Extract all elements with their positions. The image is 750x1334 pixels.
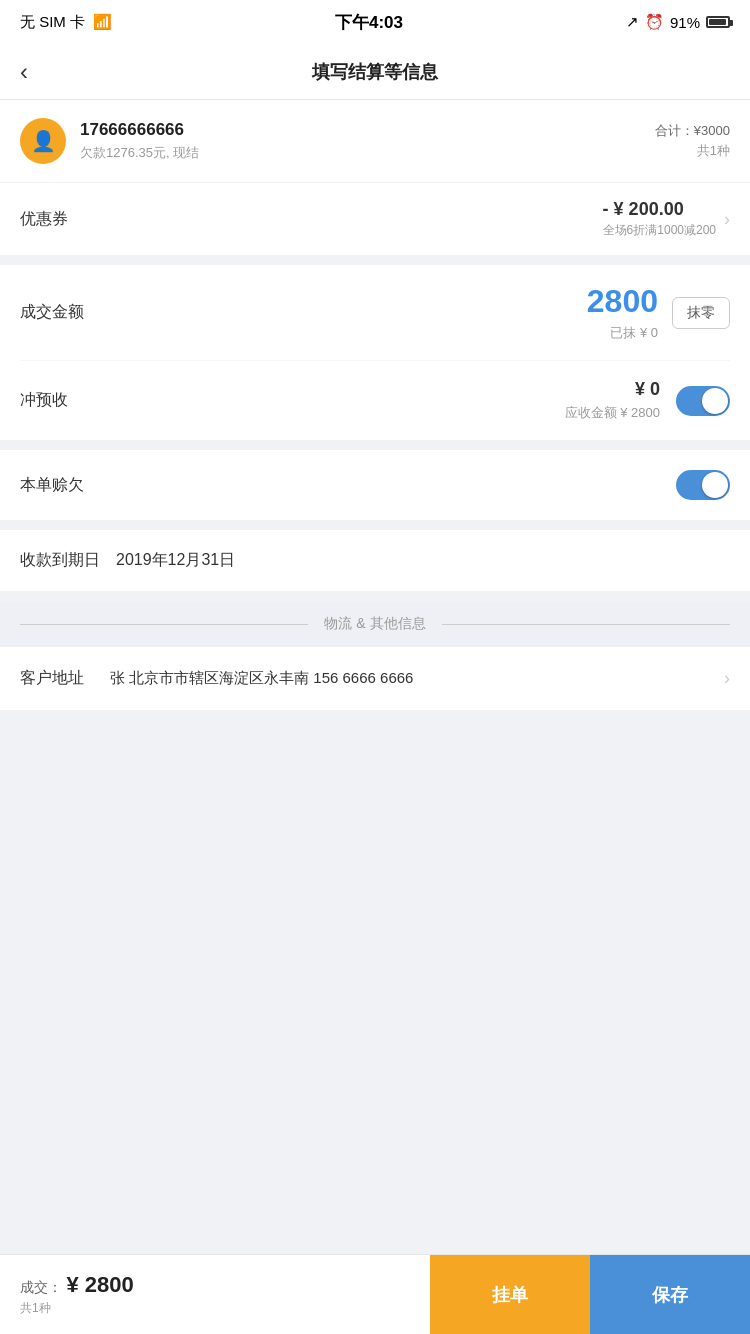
deal-amount-value: 2800 (587, 283, 658, 320)
customer-row: 👤 17666666666 欠款1276.35元, 现结 合计：¥3000 共1… (0, 100, 750, 182)
deal-amount-label: 成交金额 (20, 302, 84, 323)
divider-line-left (20, 624, 308, 625)
save-button[interactable]: 保存 (590, 1255, 750, 1334)
status-right: ↗ ⏰ 91% (626, 13, 730, 31)
deal-amount-row: 成交金额 2800 已抹 ¥ 0 抹零 (20, 265, 730, 361)
coupon-discount: - ¥ 200.00 (603, 199, 716, 220)
gray-area (0, 720, 750, 860)
bottom-deal-label: 成交： (20, 1279, 62, 1295)
hang-button[interactable]: 挂单 (430, 1255, 590, 1334)
avatar: 👤 (20, 118, 66, 164)
round-zero-button[interactable]: 抹零 (672, 297, 730, 329)
bottom-deal-amount: ¥ 2800 (66, 1272, 133, 1297)
battery-icon (706, 16, 730, 28)
deal-amount-sub: 已抹 ¥ 0 (587, 324, 658, 342)
arrearage-row: 本单赊欠 (0, 450, 750, 520)
customer-left: 👤 17666666666 欠款1276.35元, 现结 (20, 118, 199, 164)
deal-amount-group: 2800 已抹 ¥ 0 抹零 (587, 283, 730, 342)
prepay-row: 冲预收 ¥ 0 应收金额 ¥ 2800 (20, 361, 730, 440)
bottom-summary: 成交： ¥ 2800 共1种 (0, 1272, 430, 1317)
coupon-row[interactable]: 优惠券 - ¥ 200.00 全场6折满1000减200 › (0, 182, 750, 255)
coupon-right: - ¥ 200.00 全场6折满1000减200 › (603, 199, 730, 239)
customer-phone: 17666666666 (80, 120, 199, 140)
status-left: 无 SIM 卡 📶 (20, 13, 112, 32)
prepay-amount-group: ¥ 0 应收金额 ¥ 2800 (565, 379, 660, 422)
prepay-label: 冲预收 (20, 390, 68, 411)
status-time: 下午4:03 (335, 11, 403, 34)
location-icon: ↗ (626, 13, 639, 31)
divider-line-right (442, 624, 730, 625)
page-title: 填写结算等信息 (312, 60, 438, 84)
due-date-value: 2019年12月31日 (116, 550, 235, 571)
no-sim-text: 无 SIM 卡 (20, 13, 85, 32)
avatar-icon: 👤 (31, 129, 56, 153)
amount-section: 成交金额 2800 已抹 ¥ 0 抹零 冲预收 ¥ 0 应收金额 ¥ 2800 (0, 265, 750, 440)
bottom-deal-row: 成交： ¥ 2800 (20, 1272, 410, 1298)
bottom-bar: 成交： ¥ 2800 共1种 挂单 保存 (0, 1254, 750, 1334)
address-label: 客户地址 (20, 668, 90, 689)
customer-section: 👤 17666666666 欠款1276.35元, 现结 合计：¥3000 共1… (0, 100, 750, 255)
coupon-chevron-icon: › (724, 209, 730, 230)
total-label: 合计：¥3000 (655, 122, 730, 140)
prepay-sub: 应收金额 ¥ 2800 (565, 404, 660, 422)
address-value: 张 北京市市辖区海淀区永丰南 156 6666 6666 (110, 667, 724, 690)
customer-info: 17666666666 欠款1276.35元, 现结 (80, 120, 199, 162)
divider-text: 物流 & 其他信息 (324, 615, 425, 633)
status-bar: 无 SIM 卡 📶 下午4:03 ↗ ⏰ 91% (0, 0, 750, 44)
prepay-amount: ¥ 0 (565, 379, 660, 400)
address-row[interactable]: 客户地址 张 北京市市辖区海淀区永丰南 156 6666 6666 › (0, 647, 750, 710)
due-date-row: 收款到期日 2019年12月31日 (0, 530, 750, 591)
customer-sub: 欠款1276.35元, 现结 (80, 144, 199, 162)
logistics-divider: 物流 & 其他信息 (0, 601, 750, 647)
address-chevron-icon: › (724, 668, 730, 689)
nav-bar: ‹ 填写结算等信息 (0, 44, 750, 100)
back-button[interactable]: ‹ (20, 58, 28, 86)
battery-percent: 91% (670, 14, 700, 31)
wifi-icon: 📶 (93, 13, 112, 31)
bottom-actions: 挂单 保存 (430, 1255, 750, 1334)
address-section: 客户地址 张 北京市市辖区海淀区永丰南 156 6666 6666 › (0, 647, 750, 710)
alarm-icon: ⏰ (645, 13, 664, 31)
arrearage-label: 本单赊欠 (20, 475, 84, 496)
prepay-toggle[interactable] (676, 386, 730, 416)
coupon-sub: 全场6折满1000减200 (603, 222, 716, 239)
customer-count: 共1种 (655, 142, 730, 160)
due-date-section: 收款到期日 2019年12月31日 (0, 530, 750, 591)
coupon-label: 优惠券 (20, 209, 68, 230)
due-date-label: 收款到期日 (20, 550, 100, 571)
arrearage-section: 本单赊欠 (0, 450, 750, 520)
arrearage-toggle[interactable] (676, 470, 730, 500)
prepay-right: ¥ 0 应收金额 ¥ 2800 (565, 379, 730, 422)
bottom-deal-count: 共1种 (20, 1300, 410, 1317)
customer-total: 合计：¥3000 共1种 (655, 122, 730, 160)
